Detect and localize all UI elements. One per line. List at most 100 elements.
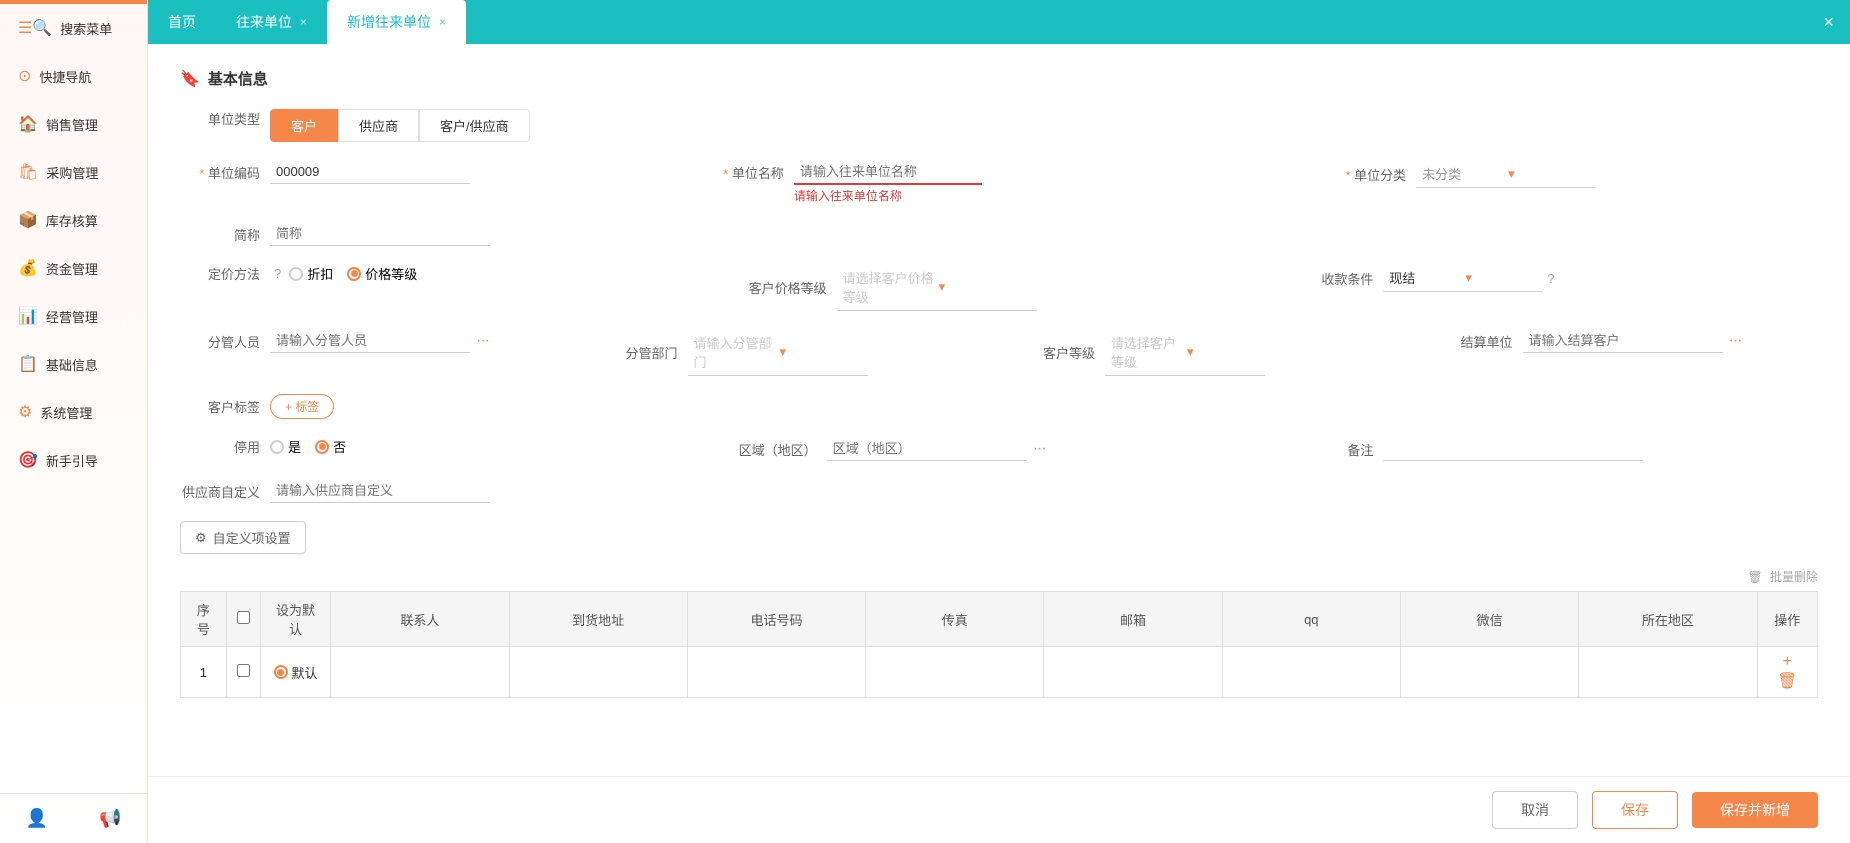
row-seq: 1 bbox=[181, 647, 227, 698]
payment-terms-select[interactable]: 现结 ▾ bbox=[1383, 264, 1543, 292]
row-default-radio[interactable]: 默认 bbox=[269, 663, 323, 682]
row-contact-input[interactable] bbox=[339, 665, 500, 680]
sidebar-item-search[interactable]: ☰🔍 搜索菜单 bbox=[0, 4, 147, 52]
customer-price-level-select[interactable]: 请选择客户价格等级 ▾ bbox=[837, 264, 1037, 311]
pricing-help-icon[interactable]: ? bbox=[274, 266, 281, 281]
row-delete-btn[interactable]: 🗑 bbox=[1777, 673, 1797, 690]
purchase-icon: 🛍 bbox=[18, 162, 38, 182]
table-select-all[interactable] bbox=[237, 611, 250, 624]
unit-category-label: 单位分类 bbox=[1326, 165, 1416, 184]
row-qq[interactable] bbox=[1222, 647, 1400, 698]
manager-input[interactable] bbox=[270, 329, 470, 353]
row-email-input[interactable] bbox=[1052, 665, 1213, 680]
sidebar-notify-btn[interactable]: 📢 bbox=[74, 794, 148, 843]
add-tag-button[interactable]: + 标签 bbox=[270, 394, 334, 419]
remark-input[interactable] bbox=[1383, 437, 1643, 461]
unit-type-row: 单位类型 客户 供应商 客户/供应商 bbox=[180, 109, 1818, 142]
row-area[interactable] bbox=[1579, 647, 1757, 698]
tab-bar: 首页 往来单位 × 新增往来单位 × × bbox=[148, 0, 1850, 44]
row-wechat[interactable] bbox=[1401, 647, 1579, 698]
sidebar-item-inventory[interactable]: 📦 库存核算 bbox=[0, 196, 147, 244]
sidebar-item-system[interactable]: ⚙ 系统管理 bbox=[0, 388, 147, 436]
sidebar-item-sales[interactable]: 🏠 销售管理 bbox=[0, 100, 147, 148]
row-add-btn[interactable]: + bbox=[1783, 653, 1792, 670]
supplier-custom-input[interactable] bbox=[270, 479, 490, 503]
sidebar-item-basic-info[interactable]: 📋 基础信息 bbox=[0, 340, 147, 388]
tab-home[interactable]: 首页 bbox=[148, 0, 216, 44]
unit-category-arrow: ▾ bbox=[1508, 166, 1590, 182]
disabled-radio-no[interactable]: 否 bbox=[315, 437, 346, 456]
tab-contacts[interactable]: 往来单位 × bbox=[216, 0, 327, 44]
field-unit-category: 单位分类 未分类 ▾ bbox=[1326, 160, 1818, 188]
unit-code-input[interactable] bbox=[270, 160, 470, 184]
short-name-input[interactable] bbox=[270, 222, 490, 246]
settlement-unit-input[interactable] bbox=[1523, 329, 1723, 353]
save-and-new-button[interactable]: 保存并新增 bbox=[1692, 792, 1818, 828]
remark-label: 备注 bbox=[1293, 440, 1383, 459]
region-more-icon[interactable]: ··· bbox=[1033, 440, 1046, 458]
row-contact[interactable] bbox=[331, 647, 509, 698]
payment-terms-value: 现结 bbox=[1389, 268, 1461, 287]
department-placeholder: 请输入分管部门 bbox=[694, 333, 776, 371]
customer-level-select[interactable]: 请选择客户等级 ▾ bbox=[1105, 329, 1265, 376]
row-customer-tag: 客户标签 + 标签 bbox=[180, 394, 1818, 419]
row-address-input[interactable] bbox=[518, 665, 679, 680]
sidebar-user-btn[interactable]: 👤 bbox=[0, 794, 74, 843]
row-wechat-input[interactable] bbox=[1409, 665, 1570, 680]
row-qq-input[interactable] bbox=[1231, 665, 1392, 680]
batch-delete-label[interactable]: 批量删除 bbox=[1770, 570, 1818, 584]
customer-level-placeholder: 请选择客户等级 bbox=[1111, 333, 1183, 371]
pricing-radio-level[interactable]: 价格等级 bbox=[347, 264, 417, 283]
pricing-radio-discount[interactable]: 折扣 bbox=[289, 264, 333, 283]
sidebar-item-label-search: 搜索菜单 bbox=[60, 19, 112, 38]
row-pricing: 定价方法 ? 折扣 价格等级 客户价格等级 请选择客户价格等级 bbox=[180, 264, 1818, 311]
row-email[interactable] bbox=[1044, 647, 1222, 698]
pricing-method-label: 定价方法 bbox=[180, 264, 270, 283]
sidebar: ☰🔍 搜索菜单 ⊙ 快捷导航 🏠 销售管理 🛍 采购管理 📦 库存核算 💰 资金… bbox=[0, 0, 148, 843]
sidebar-item-purchase[interactable]: 🛍 采购管理 bbox=[0, 148, 147, 196]
row-phone-input[interactable] bbox=[696, 665, 857, 680]
cancel-button[interactable]: 取消 bbox=[1492, 791, 1578, 829]
department-select[interactable]: 请输入分管部门 ▾ bbox=[688, 329, 868, 376]
unit-type-both[interactable]: 客户/供应商 bbox=[419, 109, 530, 142]
sidebar-item-finance[interactable]: 💰 资金管理 bbox=[0, 244, 147, 292]
tab-new-contact-close[interactable]: × bbox=[439, 15, 446, 29]
sidebar-item-guide[interactable]: 🎯 新手引导 bbox=[0, 436, 147, 484]
region-input[interactable] bbox=[827, 437, 1027, 461]
payment-terms-help-icon[interactable]: ? bbox=[1547, 271, 1554, 286]
sidebar-item-label-sales: 销售管理 bbox=[46, 115, 98, 134]
manager-more-icon[interactable]: ··· bbox=[476, 332, 489, 350]
col-checkbox bbox=[226, 592, 260, 647]
row-code-name-category: 单位编码 单位名称 请输入往来单位名称 单位分类 未分类 ▾ bbox=[180, 160, 1818, 204]
settlement-more-icon[interactable]: ··· bbox=[1729, 332, 1742, 350]
sidebar-item-operations[interactable]: 📊 经营管理 bbox=[0, 292, 147, 340]
settlement-unit-label: 结算单位 bbox=[1433, 332, 1523, 351]
col-fax: 传真 bbox=[866, 592, 1044, 647]
customer-level-arrow: ▾ bbox=[1187, 344, 1259, 360]
row-phone[interactable] bbox=[687, 647, 865, 698]
disabled-radio-yes[interactable]: 是 bbox=[270, 437, 301, 456]
row-area-input[interactable] bbox=[1587, 665, 1748, 680]
unit-type-supplier[interactable]: 供应商 bbox=[338, 109, 419, 142]
sales-icon: 🏠 bbox=[18, 114, 38, 134]
save-button[interactable]: 保存 bbox=[1592, 791, 1678, 829]
field-customer-level: 客户等级 请选择客户等级 ▾ bbox=[1015, 329, 1401, 376]
tab-contacts-close[interactable]: × bbox=[300, 15, 307, 29]
unit-type-customer[interactable]: 客户 bbox=[270, 109, 338, 142]
unit-code-label: 单位编码 bbox=[180, 163, 270, 182]
row-address[interactable] bbox=[509, 647, 687, 698]
disabled-radio-yes-label: 是 bbox=[288, 437, 301, 456]
field-region: 区域（地区） ··· bbox=[737, 437, 1262, 461]
custom-settings-button[interactable]: ⚙ 自定义项设置 bbox=[180, 521, 306, 554]
row-fax-input[interactable] bbox=[874, 665, 1035, 680]
row-checkbox[interactable] bbox=[237, 664, 250, 677]
unit-name-input[interactable] bbox=[794, 160, 982, 185]
field-pricing-method: 定价方法 ? 折扣 价格等级 bbox=[180, 264, 705, 283]
row-fax[interactable] bbox=[866, 647, 1044, 698]
tab-new-contact[interactable]: 新增往来单位 × bbox=[327, 0, 466, 44]
unit-name-label: 单位名称 bbox=[704, 163, 794, 182]
unit-category-select[interactable]: 未分类 ▾ bbox=[1416, 160, 1596, 188]
tab-bar-close-all[interactable]: × bbox=[1807, 12, 1850, 33]
operations-icon: 📊 bbox=[18, 306, 38, 326]
sidebar-item-quicknav[interactable]: ⊙ 快捷导航 bbox=[0, 52, 147, 100]
